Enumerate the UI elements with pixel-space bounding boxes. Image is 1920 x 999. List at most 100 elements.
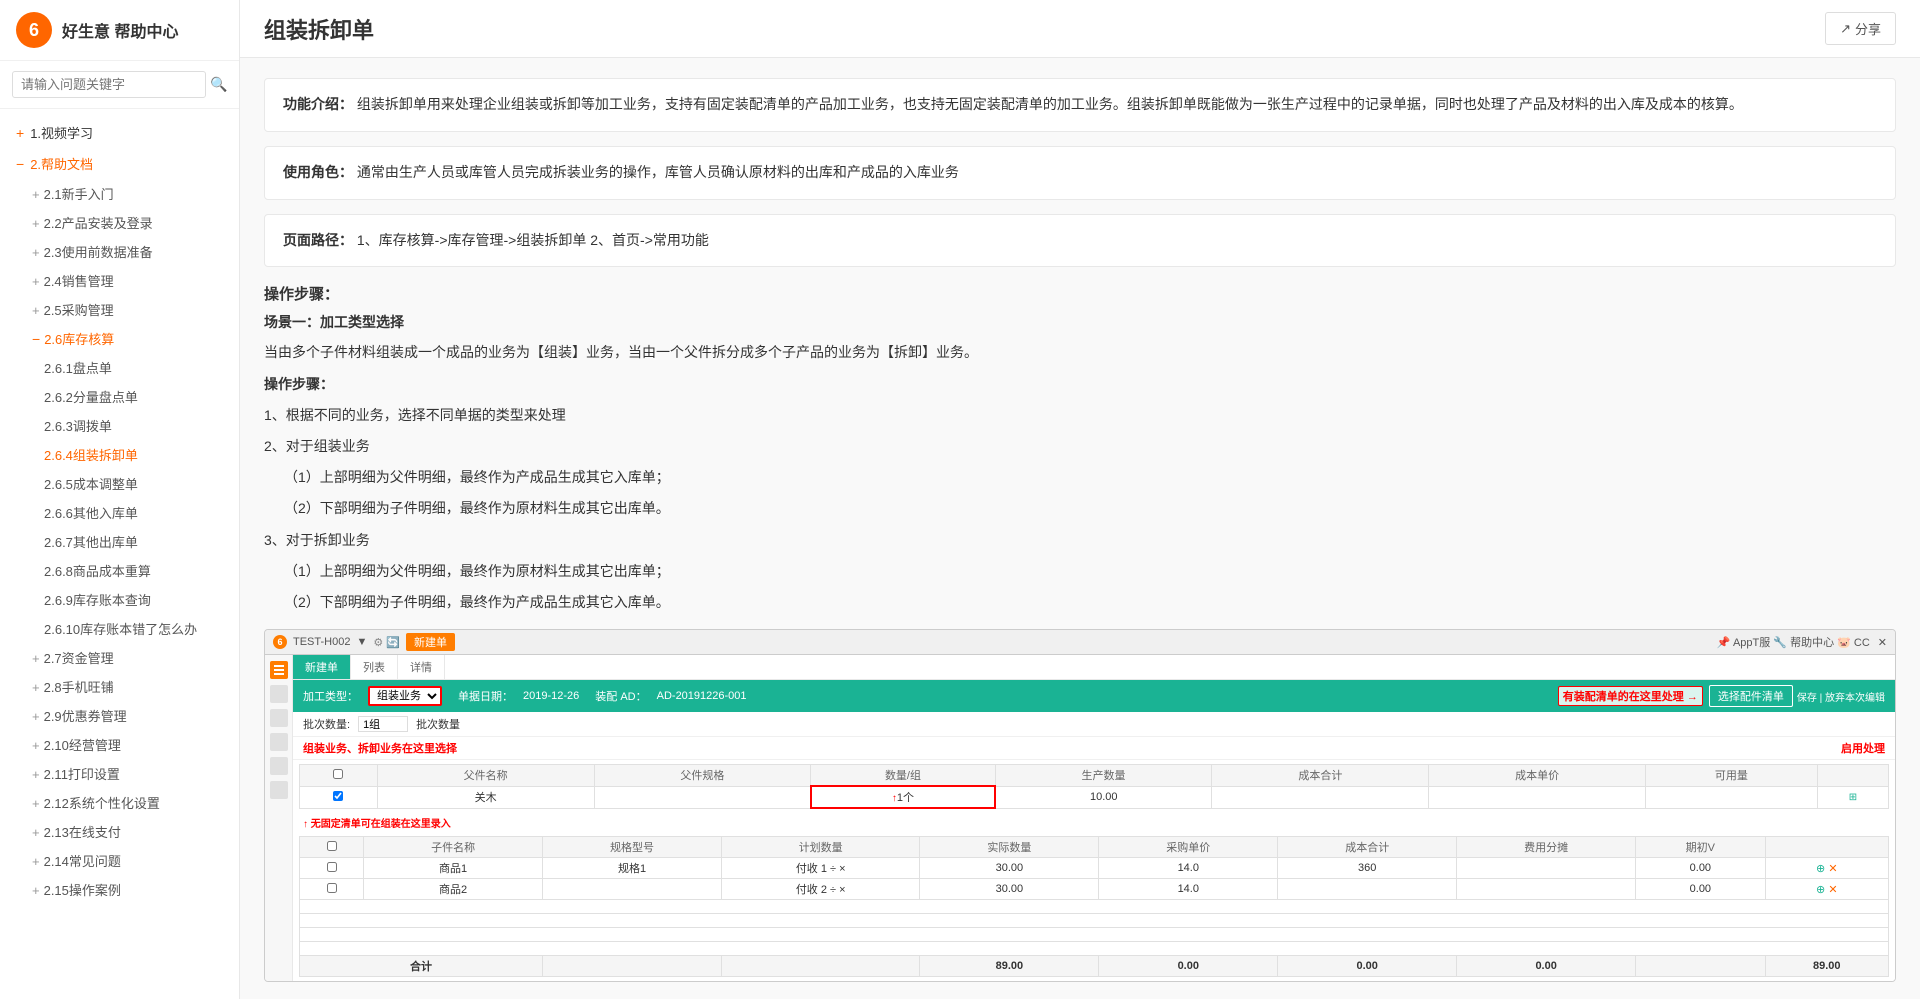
sidebar-item-2-14[interactable]: +2.14常见问题 [0, 846, 239, 875]
sidebar-item-docs[interactable]: − 2.帮助文档 [0, 148, 239, 179]
ss-col-produce-qty: 生产数量 [995, 765, 1212, 787]
sidebar-item-2-6-4[interactable]: 2.6.4组装拆卸单 [0, 440, 239, 469]
screenshot-window-titlebar: 6 TEST-H002 ▼ ⚙ 🔄 新建单 📌 AppT服 🔧 帮助中心 🐷 C… [265, 630, 1895, 655]
screenshot-annotation1: 有装配清单的在这里处理 → [1558, 686, 1703, 706]
ss-b-action-2: ⊕ ✕ [1765, 879, 1888, 900]
screenshot-titlebar-right: 📌 AppT服 🔧 帮助中心 🐷 CC ✕ [1717, 634, 1887, 650]
screenshot-annotation3: 启用处理 [1841, 740, 1885, 756]
ss-col-checkbox [300, 765, 378, 787]
screenshot-assembly-btn: 选择配件清单 [1709, 685, 1793, 707]
sidebar-item-2-11[interactable]: +2.11打印设置 [0, 759, 239, 788]
plus-icon: + [32, 245, 40, 260]
plus-icon: + [32, 796, 40, 811]
sidebar-item-2-10[interactable]: +2.10经营管理 [0, 730, 239, 759]
step3: 3、对于拆卸业务 [264, 528, 1896, 553]
ops-sub-title: 操作步骤： [264, 372, 1896, 397]
screenshot-sidebar-icon5 [270, 757, 288, 775]
path-label: 页面路径： [283, 232, 353, 248]
plus-icon: + [16, 125, 24, 141]
ss-footer-89: 89.00 [920, 956, 1099, 977]
sidebar-item-label: 2.帮助文档 [30, 154, 93, 173]
sidebar-item-2-13[interactable]: +2.13在线支付 [0, 817, 239, 846]
sidebar-item-2-6-8[interactable]: 2.6.8商品成本重算 [0, 556, 239, 585]
search-box: 🔍 [0, 61, 239, 109]
plus-icon: + [32, 216, 40, 231]
ss-b-name-1: 商品1 [364, 858, 543, 879]
sidebar-item-video[interactable]: + 1.视频学习 [0, 117, 239, 148]
role-text: 通常由生产人员或库管人员完成拆装业务的操作，库管人员确认原材料的出库和产成品的入… [357, 164, 959, 180]
screenshot-dropdown-icon: ▼ [356, 636, 367, 648]
sidebar-item-2-9[interactable]: +2.9优惠券管理 [0, 701, 239, 730]
scene-title: 场景一：加工类型选择 [264, 312, 1896, 332]
sidebar-item-2-6-2[interactable]: 2.6.2分量盘点单 [0, 382, 239, 411]
screenshot-close-icon: ✕ [1878, 636, 1887, 649]
sidebar-item-2-6-5[interactable]: 2.6.5成本调整单 [0, 469, 239, 498]
share-label: 分享 [1855, 19, 1881, 38]
share-button[interactable]: ↗ 分享 [1825, 12, 1896, 45]
delete-icon: ✕ [1828, 863, 1837, 875]
sidebar-item-2-12[interactable]: +2.12系统个性化设置 [0, 788, 239, 817]
sidebar-title: 好生意 帮助中心 [62, 18, 178, 42]
table-row [300, 928, 1889, 942]
sidebar-item-2-6-10[interactable]: 2.6.10库存账本错了怎么办 [0, 614, 239, 643]
ss-cell-parent-spec [594, 786, 811, 808]
search-button[interactable]: 🔍 [210, 76, 227, 93]
screenshot-extra-btns: 保存 | 放弃本次编辑 [1797, 689, 1885, 704]
ss-cell-qty-per-group: ↑1个 [811, 786, 995, 808]
sidebar-item-2-4[interactable]: +2.4销售管理 [0, 266, 239, 295]
step1: 1、根据不同的业务，选择不同单据的类型来处理 [264, 403, 1896, 428]
plus-icon: + [32, 303, 40, 318]
screenshot-tab-detail: 详情 [398, 655, 445, 679]
plus-icon: + [32, 709, 40, 724]
ss-b-actual-2: 30.00 [920, 879, 1099, 900]
ss-b-init-2: 0.00 [1636, 879, 1765, 900]
logo-circle: 6 [16, 12, 52, 48]
screenshot-qty-input [358, 716, 408, 732]
step2-1: （1）上部明细为父件明细，最终作为产成品生成其它入库单； [284, 465, 1896, 490]
sidebar-item-2-1[interactable]: +2.1新手入门 [0, 179, 239, 208]
screenshot-tab-active: 新建单 [293, 655, 351, 679]
screenshot-block: 6 TEST-H002 ▼ ⚙ 🔄 新建单 📌 AppT服 🔧 帮助中心 🐷 C… [264, 629, 1896, 982]
screenshot-top-table-wrapper: 父件名称 父件规格 数量/组 生产数量 成本合计 成本单价 可用量 [293, 764, 1895, 813]
ss-footer-0c: 0.00 [1457, 956, 1636, 977]
screenshot-subheader: 批次数量: 批次数量 [293, 712, 1895, 737]
sidebar-item-2-6-6[interactable]: 2.6.6其他入库单 [0, 498, 239, 527]
sidebar-item-2-8[interactable]: +2.8手机旺铺 [0, 672, 239, 701]
sidebar-item-2-5[interactable]: +2.5采购管理 [0, 295, 239, 324]
screenshot-test-id: TEST-H002 [293, 636, 350, 648]
ss-b-price-2: 14.0 [1099, 879, 1278, 900]
copy-icon: ⊕ [1816, 884, 1825, 896]
screenshot-sidebar-icon2 [270, 685, 288, 703]
sidebar-item-2-3[interactable]: +2.3使用前数据准备 [0, 237, 239, 266]
ss-col-parent-name: 父件名称 [377, 765, 594, 787]
sidebar-item-2-2[interactable]: +2.2产品安装及登录 [0, 208, 239, 237]
sidebar-item-2-6-7[interactable]: 2.6.7其他出库单 [0, 527, 239, 556]
sidebar-item-2-6-1[interactable]: 2.6.1盘点单 [0, 353, 239, 382]
nav-list: + 1.视频学习 − 2.帮助文档 +2.1新手入门 +2.2产品安装及登录 +… [0, 109, 239, 999]
search-input[interactable] [12, 71, 206, 98]
sidebar-item-2-7[interactable]: +2.7资金管理 [0, 643, 239, 672]
ss-footer-0b: 0.00 [1278, 956, 1457, 977]
sidebar-item-2-6-9[interactable]: 2.6.9库存账本查询 [0, 585, 239, 614]
ops-title: 操作步骤： [264, 283, 1896, 304]
ss-b-actual-1: 30.00 [920, 858, 1099, 879]
sidebar-item-2-6[interactable]: −2.6库存核算 [0, 324, 239, 353]
screenshot-body: 新建单 列表 详情 加工类型： 组装业务 拆卸业务 单据日期： 2019-12-… [265, 655, 1895, 981]
sidebar-item-2-6-3[interactable]: 2.6.3调拨单 [0, 411, 239, 440]
sidebar-header: 6 好生意 帮助中心 [0, 0, 239, 61]
screenshot-bottom-table: 子件名称 规格型号 计划数量 实际数量 采购单价 成本合计 费用分摊 期初V [299, 836, 1889, 977]
screenshot-footer-row: 合计 89.00 0.00 0.00 0.00 89.00 [300, 956, 1889, 977]
path-text: 1、库存核算->库存管理->组装拆卸单 2、首页->常用功能 [357, 232, 709, 248]
ss-col-b-init: 期初V [1636, 837, 1765, 858]
screenshot-sidebar-icon3 [270, 709, 288, 727]
sidebar-item-2-15[interactable]: +2.15操作案例 [0, 875, 239, 904]
ss-col-b-actual-qty: 实际数量 [920, 837, 1099, 858]
ss-b-name-2: 商品2 [364, 879, 543, 900]
minus-icon: − [32, 331, 40, 347]
ss-b-price-1: 14.0 [1099, 858, 1278, 879]
screenshot-tabbar: 新建单 列表 详情 [293, 655, 1895, 680]
screenshot-annotation2: 组装业务、拆卸业务在这里选择 [303, 740, 457, 756]
scene-desc: 当由多个子件材料组装成一个成品的业务为【组装】业务，当由一个父件拆分成多个子产品… [264, 340, 1896, 365]
table-row: 商品1 规格1 付收 1 ÷ × 30.00 14.0 360 0.00 [300, 858, 1889, 879]
plus-icon: + [32, 187, 40, 202]
